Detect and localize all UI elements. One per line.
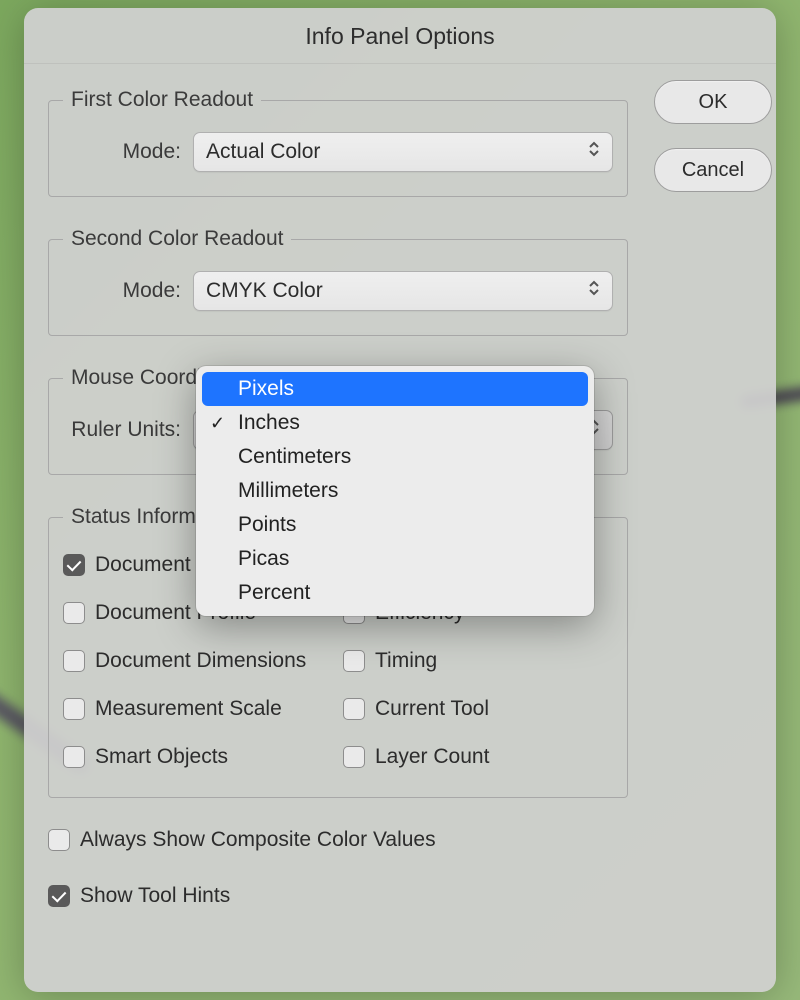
checkbox-box — [343, 746, 365, 768]
checkbox-label: Timing — [375, 649, 437, 673]
first-mode-value: Actual Color — [206, 140, 320, 164]
option-label: Percent — [238, 581, 310, 605]
ruler-units-option-points[interactable]: Points — [196, 508, 594, 542]
ok-button[interactable]: OK — [654, 80, 772, 124]
checkbox-label: Show Tool Hints — [80, 884, 230, 908]
checkbox-label: Layer Count — [375, 745, 489, 769]
ruler-units-option-percent[interactable]: Percent — [196, 576, 594, 610]
checkbox-label: Current Tool — [375, 697, 489, 721]
second-mode-value: CMYK Color — [206, 279, 323, 303]
checkbox-layer-count[interactable]: Layer Count — [343, 745, 613, 769]
checkbox-box — [63, 554, 85, 576]
second-mode-label: Mode: — [63, 279, 193, 303]
checkbox-show-tool-hints[interactable]: Show Tool Hints — [48, 884, 628, 908]
chevron-updown-icon — [588, 140, 600, 164]
ruler-units-option-inches[interactable]: ✓ Inches — [196, 406, 594, 440]
ruler-units-option-picas[interactable]: Picas — [196, 542, 594, 576]
checkbox-box — [343, 650, 365, 672]
option-label: Centimeters — [238, 445, 351, 469]
checkbox-box — [63, 602, 85, 624]
first-color-readout-legend: First Color Readout — [63, 88, 261, 112]
checkbox-smart-objects[interactable]: Smart Objects — [63, 745, 333, 769]
option-label: Picas — [238, 547, 289, 571]
checkbox-label: Document Dimensions — [95, 649, 306, 673]
dialog-title: Info Panel Options — [24, 8, 776, 64]
checkbox-box — [48, 829, 70, 851]
checkbox-label: Measurement Scale — [95, 697, 282, 721]
first-color-readout-group: First Color Readout Mode: Actual Color — [48, 88, 628, 197]
option-label: Inches — [238, 411, 300, 435]
checkbox-current-tool[interactable]: Current Tool — [343, 697, 613, 721]
checkbox-timing[interactable]: Timing — [343, 649, 613, 673]
cancel-button[interactable]: Cancel — [654, 148, 772, 192]
chevron-updown-icon — [588, 279, 600, 303]
checkbox-box — [63, 698, 85, 720]
second-mode-select[interactable]: CMYK Color — [193, 271, 613, 311]
checkbox-box — [63, 746, 85, 768]
checkbox-label: Always Show Composite Color Values — [80, 828, 436, 852]
option-label: Pixels — [238, 377, 294, 401]
option-label: Millimeters — [238, 479, 338, 503]
info-panel-options-dialog: Info Panel Options OK Cancel First Color… — [24, 8, 776, 992]
checkbox-box — [63, 650, 85, 672]
checkbox-measurement-scale[interactable]: Measurement Scale — [63, 697, 333, 721]
checkbox-document-dimensions[interactable]: Document Dimensions — [63, 649, 333, 673]
ruler-units-label: Ruler Units: — [63, 418, 193, 442]
ruler-units-option-pixels[interactable]: Pixels — [202, 372, 588, 406]
second-color-readout-group: Second Color Readout Mode: CMYK Color — [48, 227, 628, 336]
ruler-units-option-centimeters[interactable]: Centimeters — [196, 440, 594, 474]
option-label: Points — [238, 513, 296, 537]
checkbox-box — [343, 698, 365, 720]
checkbox-box — [48, 885, 70, 907]
ruler-units-option-millimeters[interactable]: Millimeters — [196, 474, 594, 508]
checkbox-label: Smart Objects — [95, 745, 228, 769]
second-color-readout-legend: Second Color Readout — [63, 227, 291, 251]
ruler-units-popup: Pixels ✓ Inches Centimeters Millimeters … — [196, 366, 594, 616]
first-mode-select[interactable]: Actual Color — [193, 132, 613, 172]
check-icon: ✓ — [210, 413, 225, 434]
checkbox-always-show-composite[interactable]: Always Show Composite Color Values — [48, 828, 628, 852]
first-mode-label: Mode: — [63, 140, 193, 164]
